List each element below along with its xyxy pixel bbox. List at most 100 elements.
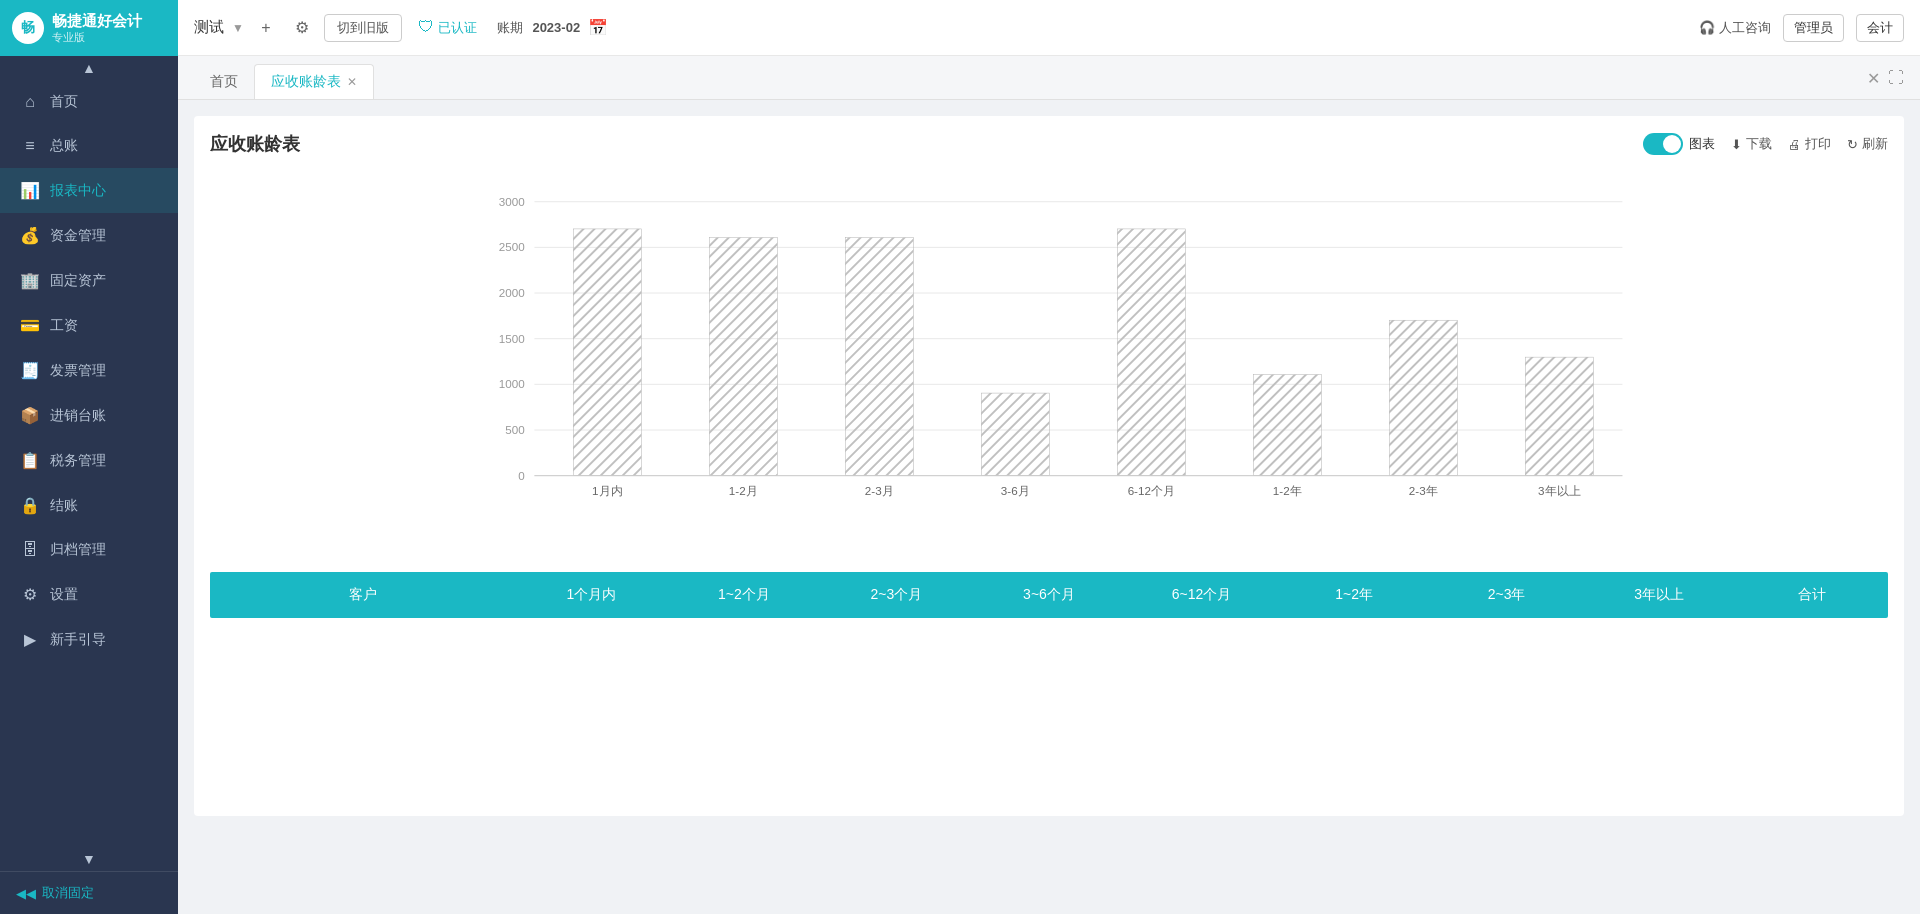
bar-2-3年 [1389, 320, 1457, 475]
sidebar-item-assets[interactable]: 🏢 固定资产 [0, 258, 178, 303]
sidebar-label-payroll: 工资 [50, 317, 78, 335]
sidebar-label-reports: 报表中心 [50, 182, 106, 200]
scroll-up-btn[interactable]: ▲ [0, 56, 178, 80]
logo-icon: 畅 [12, 12, 44, 44]
sidebar-icon-reports: 📊 [20, 181, 40, 200]
sidebar: 畅 畅捷通好会计 专业版 ▲ ⌂ 首页 ≡总账 📊 报表中心 💰 资金管理 🏢 固定资产 💳工资🧾… [0, 0, 178, 914]
sidebar-label-tax: 税务管理 [50, 452, 106, 470]
sidebar-label-ledger: 总账 [50, 137, 78, 155]
tab-ar-aging-close[interactable]: ✕ [347, 75, 357, 89]
scroll-down-btn[interactable]: ▼ [0, 847, 178, 871]
tab-ar-aging-label: 应收账龄表 [271, 73, 341, 91]
sidebar-icon-home: ⌂ [20, 93, 40, 111]
svg-text:1月内: 1月内 [592, 484, 622, 497]
svg-text:0: 0 [518, 469, 525, 482]
content-area: 应收账龄表 图表 ⬇ 下载 🖨 打印 [178, 100, 1920, 914]
sidebar-item-invoice[interactable]: 🧾发票管理 [0, 348, 178, 393]
settings-btn[interactable]: ⚙ [288, 14, 316, 42]
sidebar-label-funds: 资金管理 [50, 227, 106, 245]
svg-text:3000: 3000 [499, 195, 525, 208]
module-dropdown-arrow[interactable]: ▼ [232, 21, 244, 35]
sidebar-logo: 畅 畅捷通好会计 专业版 [0, 0, 178, 56]
app-edition: 专业版 [52, 30, 142, 45]
tab-home-label: 首页 [210, 73, 238, 91]
table-header-cell-3: 2~3个月 [820, 572, 973, 618]
period-value: 2023-02 [532, 20, 580, 35]
topbar: 测试 ▼ + ⚙ 切到旧版 🛡 已认证 账期 2023-02 📅 🎧 人工咨询 … [178, 0, 1920, 56]
table-header-cell-5: 6~12个月 [1125, 572, 1278, 618]
sidebar-icon-inventory: 📦 [20, 406, 40, 425]
page-header: 应收账龄表 图表 ⬇ 下载 🖨 打印 [210, 132, 1888, 156]
topbar-right: 🎧 人工咨询 管理员 会计 [1699, 14, 1904, 42]
toggle-label: 图表 [1689, 135, 1715, 153]
app-name: 畅捷通好会计 [52, 12, 142, 30]
sidebar-item-settings[interactable]: ⚙ 设置 [0, 572, 178, 617]
expand-btn[interactable]: ⛶ [1888, 68, 1904, 87]
table-header: 客户1个月内1~2个月2~3个月3~6个月6~12个月1~2年2~3年3年以上合… [210, 572, 1888, 618]
close-tab-btn[interactable]: ✕ [1867, 68, 1880, 87]
download-icon: ⬇ [1731, 137, 1742, 152]
page-actions: 图表 ⬇ 下载 🖨 打印 ↻ 刷新 [1643, 133, 1888, 155]
bar-3-6月 [981, 393, 1049, 476]
chart-toggle-wrap: 图表 [1643, 133, 1715, 155]
svg-text:2000: 2000 [499, 286, 525, 299]
sidebar-item-tax[interactable]: 📋 税务管理 [0, 438, 178, 483]
table-header-cell-7: 2~3年 [1430, 572, 1583, 618]
manager-btn[interactable]: 管理员 [1783, 14, 1844, 42]
table-header-cell-4: 3~6个月 [973, 572, 1126, 618]
refresh-btn[interactable]: ↻ 刷新 [1847, 135, 1888, 153]
svg-text:500: 500 [505, 423, 525, 436]
sidebar-item-close[interactable]: 🔒 结账 [0, 483, 178, 528]
period-label: 账期 2023-02 [497, 19, 580, 37]
table-header-cell-8: 3年以上 [1583, 572, 1736, 618]
switch-old-btn[interactable]: 切到旧版 [324, 14, 402, 42]
page-container: 应收账龄表 图表 ⬇ 下载 🖨 打印 [194, 116, 1904, 816]
table-header-cell-1: 1个月内 [515, 572, 668, 618]
sidebar-label-settings: 设置 [50, 586, 78, 604]
tabbar-actions: ✕ ⛶ [1867, 68, 1904, 87]
tab-home[interactable]: 首页 [194, 65, 254, 99]
sidebar-item-guide[interactable]: ▶新手引导 [0, 617, 178, 662]
print-btn[interactable]: 🖨 打印 [1788, 135, 1831, 153]
svg-text:2500: 2500 [499, 240, 525, 253]
verified-label: 已认证 [438, 20, 477, 35]
shield-icon: 🛡 [418, 18, 434, 35]
add-btn[interactable]: + [252, 14, 280, 42]
accountant-btn[interactable]: 会计 [1856, 14, 1904, 42]
sidebar-icon-close: 🔒 [20, 496, 40, 515]
sidebar-item-payroll[interactable]: 💳工资 [0, 303, 178, 348]
sidebar-icon-tax: 📋 [20, 451, 40, 470]
sidebar-label-assets: 固定资产 [50, 272, 106, 290]
tabbar: 首页 应收账龄表 ✕ ✕ ⛶ [178, 56, 1920, 100]
sidebar-label-invoice: 发票管理 [50, 362, 106, 380]
table-header-cell-2: 1~2个月 [668, 572, 821, 618]
tab-ar-aging[interactable]: 应收账龄表 ✕ [254, 64, 374, 99]
svg-text:2-3月: 2-3月 [865, 484, 894, 497]
bar-chart: 3000 2500 2000 1500 1000 500 0 1 [270, 192, 1848, 532]
sidebar-icon-funds: 💰 [20, 226, 40, 245]
sidebar-nav: ⌂ 首页 ≡总账 📊 报表中心 💰 资金管理 🏢 固定资产 💳工资🧾发票管理📦进销台账 📋 税务管理 🔒… [0, 80, 178, 847]
svg-text:1000: 1000 [499, 377, 525, 390]
table-header-cell-9: 合计 [1735, 572, 1888, 618]
toggle-knob [1663, 135, 1681, 153]
sidebar-item-funds[interactable]: 💰 资金管理 [0, 213, 178, 258]
consult-btn[interactable]: 🎧 人工咨询 [1699, 19, 1771, 37]
download-btn[interactable]: ⬇ 下载 [1731, 135, 1772, 153]
calendar-icon[interactable]: 📅 [588, 18, 608, 37]
svg-text:1-2年: 1-2年 [1273, 484, 1302, 497]
sidebar-item-archive[interactable]: 🗄归档管理 [0, 528, 178, 572]
svg-text:1-2月: 1-2月 [729, 484, 758, 497]
sidebar-icon-settings: ⚙ [20, 585, 40, 604]
bar-6-12个月 [1117, 229, 1185, 476]
cancel-fixed-btn[interactable]: ◀◀ 取消固定 [0, 871, 178, 914]
table-header-cell-6: 1~2年 [1278, 572, 1431, 618]
sidebar-icon-assets: 🏢 [20, 271, 40, 290]
sidebar-item-inventory[interactable]: 📦进销台账 [0, 393, 178, 438]
sidebar-item-home[interactable]: ⌂ 首页 [0, 80, 178, 124]
sidebar-label-close: 结账 [50, 497, 78, 515]
svg-text:3年以上: 3年以上 [1538, 484, 1580, 497]
chart-toggle[interactable] [1643, 133, 1683, 155]
sidebar-item-reports[interactable]: 📊 报表中心 [0, 168, 178, 213]
sidebar-item-ledger[interactable]: ≡总账 [0, 124, 178, 168]
sidebar-label-home: 首页 [50, 93, 78, 111]
